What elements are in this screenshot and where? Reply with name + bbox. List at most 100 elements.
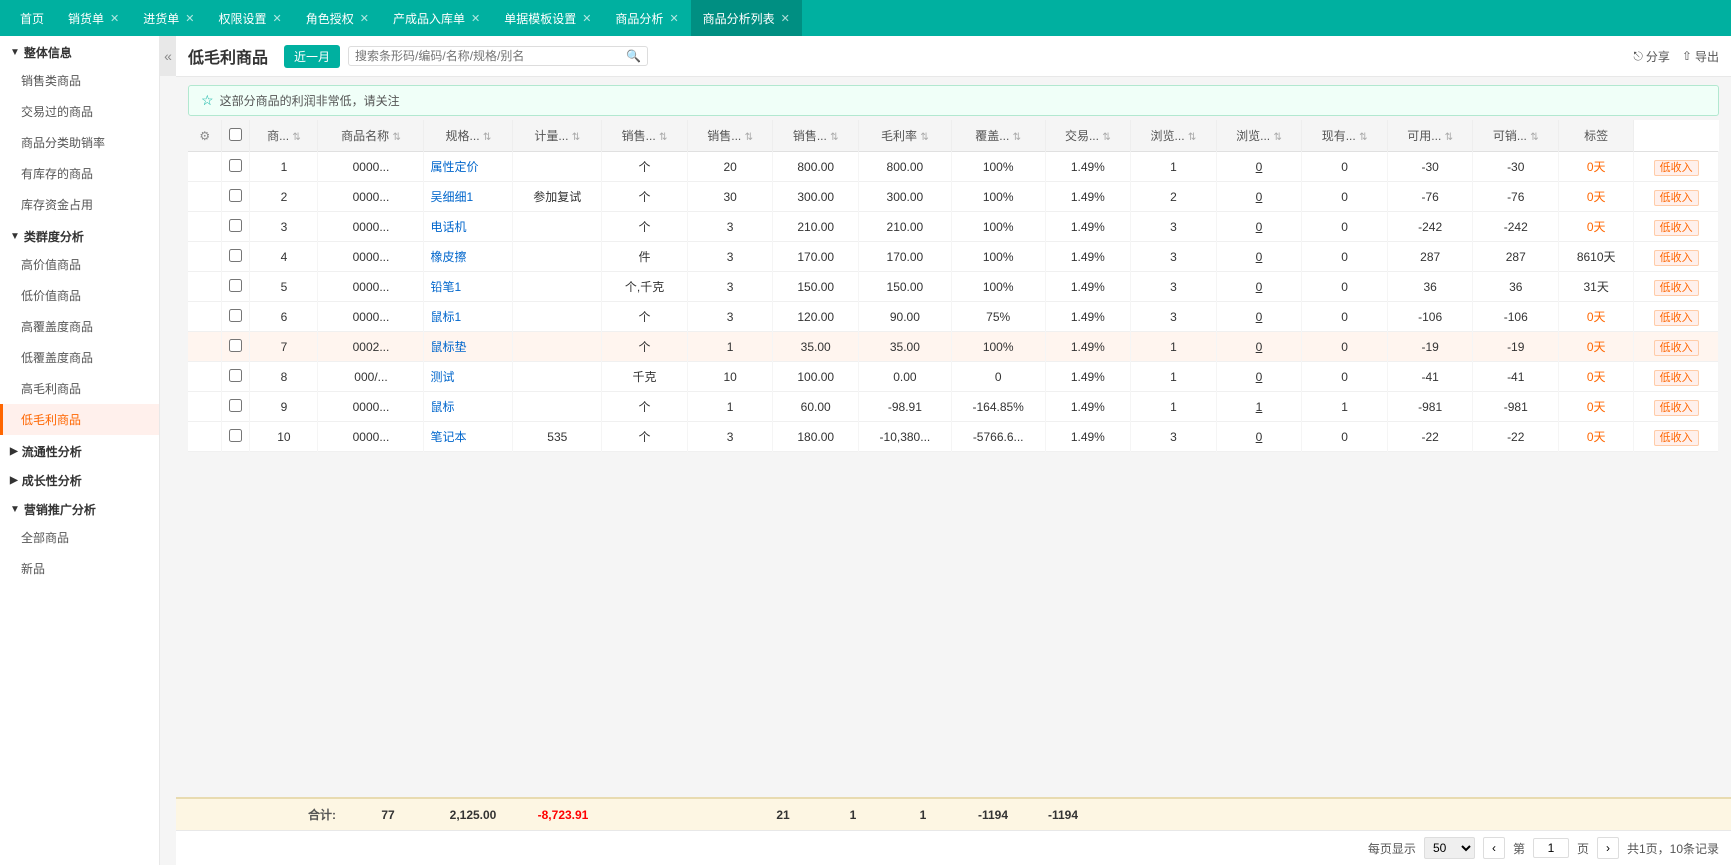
sidebar-collapse-button[interactable]: « xyxy=(160,36,176,76)
row-checkbox[interactable] xyxy=(222,302,250,332)
row-name[interactable]: 鼠标垫 xyxy=(424,332,513,362)
sidebar-group-flow[interactable]: ▶ 流通性分析 xyxy=(0,435,159,464)
row-name[interactable]: 吴细细1 xyxy=(424,182,513,212)
sidebar-item-high-margin[interactable]: 高毛利商品 xyxy=(0,373,159,404)
sidebar-item-category-rate[interactable]: 商品分类助销率 xyxy=(0,127,159,158)
row-checkbox[interactable] xyxy=(222,182,250,212)
row-gross-margin: 75% xyxy=(951,302,1045,332)
close-icon[interactable]: ✕ xyxy=(360,12,369,25)
sidebar-item-in-stock[interactable]: 有库存的商品 xyxy=(0,158,159,189)
col-saleable[interactable]: 可销... ⇅ xyxy=(1473,120,1559,152)
sidebar-group-marketing[interactable]: ▼ 营销推广分析 xyxy=(0,493,159,522)
sidebar-item-low-margin[interactable]: 低毛利商品 xyxy=(0,404,159,435)
col-unit[interactable]: 计量... ⇅ xyxy=(513,120,602,152)
row-gear xyxy=(188,362,222,392)
row-current-stock: 287 xyxy=(1387,242,1473,272)
row-name[interactable]: 电话机 xyxy=(424,212,513,242)
row-browse1: 1 xyxy=(1216,392,1302,422)
row-name[interactable]: 测试 xyxy=(424,362,513,392)
nav-item-home[interactable]: 首页 xyxy=(8,0,56,36)
close-icon[interactable]: ✕ xyxy=(273,12,282,25)
sidebar-item-traded-products[interactable]: 交易过的商品 xyxy=(0,96,159,127)
row-name[interactable]: 鼠标 xyxy=(424,392,513,422)
sidebar-group-growth[interactable]: ▶ 成长性分析 xyxy=(0,464,159,493)
nav-item-analysis-list[interactable]: 商品分析列表 ✕ xyxy=(691,0,802,36)
sort-icon: ⇅ xyxy=(1188,132,1196,143)
sidebar-item-inventory-capital[interactable]: 库存资金占用 xyxy=(0,189,159,220)
col-gross-margin[interactable]: 毛利率 ⇅ xyxy=(858,120,951,152)
row-checkbox[interactable] xyxy=(222,242,250,272)
close-icon[interactable]: ✕ xyxy=(582,12,591,25)
search-icon[interactable]: 🔍 xyxy=(626,49,641,63)
sidebar-item-sales-products[interactable]: 销售类商品 xyxy=(0,65,159,96)
share-button[interactable]: ⎋ 分享 xyxy=(1633,48,1670,65)
search-input[interactable] xyxy=(355,49,626,63)
nav-item-sales[interactable]: 销货单 ✕ xyxy=(56,0,131,36)
close-icon[interactable]: ✕ xyxy=(669,12,678,25)
col-current-stock[interactable]: 现有... ⇅ xyxy=(1302,120,1388,152)
sidebar-group-overall[interactable]: ▼ 整体信息 xyxy=(0,36,159,65)
sidebar-group-cluster[interactable]: ▼ 类群度分析 xyxy=(0,220,159,249)
sidebar-item-high-coverage[interactable]: 高覆盖度商品 xyxy=(0,311,159,342)
page-label: 第 xyxy=(1513,840,1525,857)
table-header-row: ⚙ 商... ⇅ 商品名称 ⇅ 规格... ⇅ 计量... ⇅ 销售... ⇅ … xyxy=(188,120,1719,152)
row-checkbox[interactable] xyxy=(222,212,250,242)
nav-item-products[interactable]: 产成品入库单 ✕ xyxy=(381,0,492,36)
col-checkbox xyxy=(222,120,250,152)
col-sale-count[interactable]: 销售... ⇅ xyxy=(602,120,688,152)
sidebar-item-new-products[interactable]: 新品 xyxy=(0,553,159,584)
col-code[interactable]: 商... ⇅ xyxy=(250,120,318,152)
row-available: -41 xyxy=(1473,362,1559,392)
row-gear xyxy=(188,182,222,212)
nav-item-roles[interactable]: 角色授权 ✕ xyxy=(294,0,381,36)
col-trade[interactable]: 交易... ⇅ xyxy=(1045,120,1131,152)
sidebar-item-all-products[interactable]: 全部商品 xyxy=(0,522,159,553)
col-sale-price[interactable]: 销售... ⇅ xyxy=(687,120,773,152)
select-all-checkbox[interactable] xyxy=(229,128,242,141)
nav-item-permissions[interactable]: 权限设置 ✕ xyxy=(206,0,293,36)
close-icon[interactable]: ✕ xyxy=(471,12,480,25)
row-checkbox[interactable] xyxy=(222,392,250,422)
col-available[interactable]: 可用... ⇅ xyxy=(1387,120,1473,152)
row-gross-margin: 100% xyxy=(951,332,1045,362)
col-tag[interactable]: 标签 xyxy=(1559,120,1634,152)
sidebar-item-low-value[interactable]: 低价值商品 xyxy=(0,280,159,311)
page-input[interactable] xyxy=(1533,838,1569,858)
sidebar-item-low-coverage[interactable]: 低覆盖度商品 xyxy=(0,342,159,373)
next-page-button[interactable]: › xyxy=(1597,837,1619,859)
sidebar-item-high-value[interactable]: 高价值商品 xyxy=(0,249,159,280)
row-coverage: 1.49% xyxy=(1045,182,1131,212)
row-name[interactable]: 属性定价 xyxy=(424,152,513,182)
row-name[interactable]: 铅笔1 xyxy=(424,272,513,302)
col-gear[interactable]: ⚙ xyxy=(188,120,222,152)
export-button[interactable]: ⇧ 导出 xyxy=(1682,48,1719,65)
col-browse2[interactable]: 浏览... ⇅ xyxy=(1216,120,1302,152)
period-button[interactable]: 近一月 xyxy=(284,45,340,68)
gear-icon[interactable]: ⚙ xyxy=(199,129,210,143)
col-spec[interactable]: 规格... ⇅ xyxy=(424,120,513,152)
col-name[interactable]: 商品名称 ⇅ xyxy=(318,120,424,152)
nav-item-templates[interactable]: 单据模板设置 ✕ xyxy=(492,0,603,36)
row-name[interactable]: 橡皮擦 xyxy=(424,242,513,272)
row-checkbox[interactable] xyxy=(222,272,250,302)
col-coverage[interactable]: 覆盖... ⇅ xyxy=(951,120,1045,152)
row-code: 0000... xyxy=(318,392,424,422)
close-icon[interactable]: ✕ xyxy=(185,12,194,25)
row-checkbox[interactable] xyxy=(222,332,250,362)
close-icon[interactable]: ✕ xyxy=(110,12,119,25)
nav-item-analysis[interactable]: 商品分析 ✕ xyxy=(603,0,690,36)
row-checkbox[interactable] xyxy=(222,422,250,452)
row-checkbox[interactable] xyxy=(222,152,250,182)
row-browse2: 1 xyxy=(1302,392,1388,422)
row-name[interactable]: 鼠标1 xyxy=(424,302,513,332)
col-browse1[interactable]: 浏览... ⇅ xyxy=(1131,120,1217,152)
sort-icon: ⇅ xyxy=(1102,132,1110,143)
per-page-select[interactable]: 50 10 20 100 xyxy=(1424,837,1475,859)
row-sale-amount: 35.00 xyxy=(858,332,951,362)
row-name[interactable]: 笔记本 xyxy=(424,422,513,452)
col-sale-amount[interactable]: 销售... ⇅ xyxy=(773,120,859,152)
close-icon[interactable]: ✕ xyxy=(781,12,790,25)
nav-item-purchase[interactable]: 进货单 ✕ xyxy=(131,0,206,36)
prev-page-button[interactable]: ‹ xyxy=(1483,837,1505,859)
row-checkbox[interactable] xyxy=(222,362,250,392)
